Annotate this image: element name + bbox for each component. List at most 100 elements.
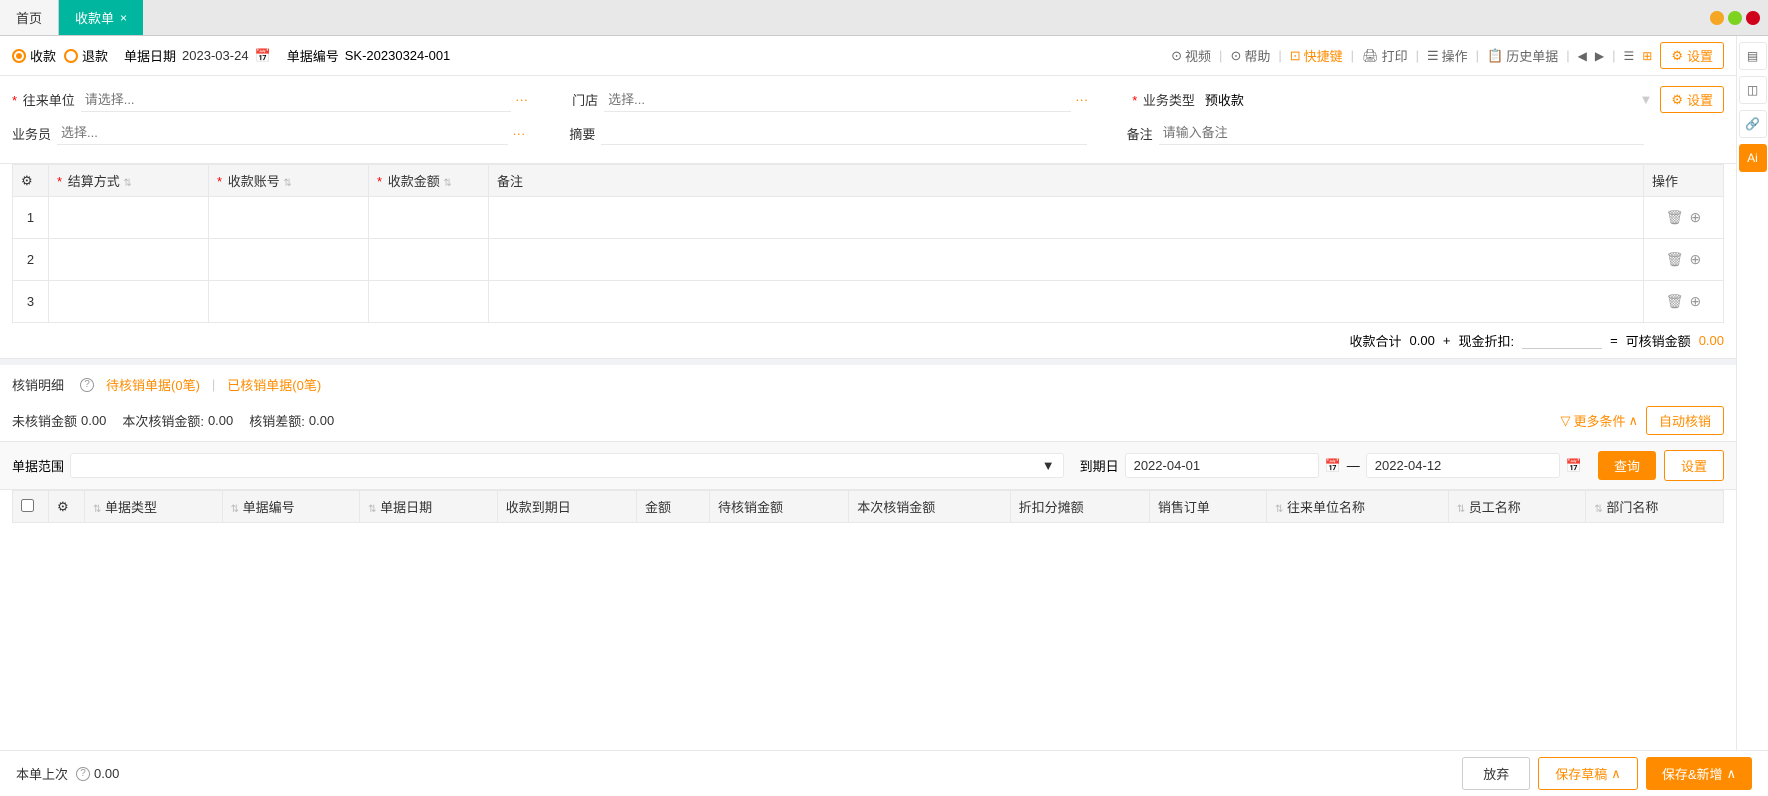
col-amount-label: 收款金额 xyxy=(388,174,440,189)
win-maximize[interactable] xyxy=(1728,11,1742,25)
current-verify-label: 本次核销金额: xyxy=(122,411,204,430)
calendar-icon[interactable]: 📅 xyxy=(255,48,271,64)
tab-close-icon[interactable]: × xyxy=(120,11,127,25)
date-value[interactable]: 2023-03-24 xyxy=(182,48,249,63)
row-3-delete-icon[interactable]: 🗑 xyxy=(1666,293,1684,310)
shortcut-btn[interactable]: ⊡ 快捷键 xyxy=(1290,46,1343,65)
right-panel-ai-icon[interactable]: Ai xyxy=(1739,144,1767,172)
col-sales-order-label: 销售订单 xyxy=(1158,500,1210,515)
row-3-account[interactable] xyxy=(209,281,369,323)
company-more-btn[interactable]: ··· xyxy=(511,92,532,107)
verify-title: 核销明细 xyxy=(12,375,64,394)
row-1-delete-icon[interactable]: 🗑 xyxy=(1666,209,1684,226)
row-1-action: 🗑 ⊕ xyxy=(1644,197,1724,239)
sort-amount-icon[interactable]: ⇅ xyxy=(443,178,451,189)
verify-table-header: ⚙ ⇅ 单据类型 ⇅ 单据编号 ⇅ 单据日期 xyxy=(13,491,1724,523)
tab-pending[interactable]: 待核销单据(0笔) xyxy=(106,375,200,394)
staff-more-btn[interactable]: ··· xyxy=(508,126,529,141)
video-icon: ⊙ xyxy=(1171,48,1182,64)
row-2-delete-icon[interactable]: 🗑 xyxy=(1666,251,1684,268)
tab-done[interactable]: 已核销单据(0笔) xyxy=(227,375,321,394)
save-new-btn[interactable]: 保存&新增 ∧ xyxy=(1646,757,1752,790)
due-date-end[interactable] xyxy=(1366,453,1560,478)
row-2-account[interactable] xyxy=(209,239,369,281)
tab-current[interactable]: 收款单 × xyxy=(59,0,143,35)
staff-input[interactable] xyxy=(57,121,508,145)
total-value: 0.00 xyxy=(1410,333,1435,348)
home-label: 首页 xyxy=(16,8,42,27)
discount-input[interactable] xyxy=(1522,333,1602,349)
right-panel-link-icon[interactable]: 🔗 xyxy=(1739,110,1767,138)
action-btn[interactable]: ☰ 操作 xyxy=(1427,46,1468,65)
grid-icon[interactable]: ⊞ xyxy=(1642,49,1652,63)
calendar-start-icon[interactable]: 📅 xyxy=(1325,458,1341,474)
col-settings-header[interactable]: ⚙ xyxy=(13,165,49,197)
sort-account-icon[interactable]: ⇅ xyxy=(283,178,291,189)
abandon-btn[interactable]: 放弃 xyxy=(1462,757,1530,790)
win-minimize[interactable] xyxy=(1710,11,1724,25)
list-icon[interactable]: ☰ xyxy=(1624,49,1635,63)
form-settings-btn[interactable]: ⚙ 设置 xyxy=(1660,86,1724,113)
row-3-note[interactable] xyxy=(489,281,1644,323)
radio-receive[interactable]: 收款 xyxy=(12,46,56,65)
row-1-account[interactable] xyxy=(209,197,369,239)
remark-input[interactable] xyxy=(1159,121,1644,145)
nav-prev[interactable]: ◀ xyxy=(1578,49,1587,63)
store-more-btn[interactable]: ··· xyxy=(1071,92,1092,107)
row-2-amount[interactable] xyxy=(369,239,489,281)
row-3-method[interactable] xyxy=(49,281,209,323)
win-close[interactable] xyxy=(1746,11,1760,25)
gear-icon: ⚙ xyxy=(1671,48,1683,64)
col-method-label: 结算方式 xyxy=(68,174,120,189)
nav-next[interactable]: ▶ xyxy=(1595,49,1604,63)
win-controls xyxy=(1710,11,1768,25)
row-2-num: 2 xyxy=(13,239,49,281)
row-1-amount[interactable] xyxy=(369,197,489,239)
row-1-note[interactable] xyxy=(489,197,1644,239)
biz-type-dropdown-icon[interactable]: ▼ xyxy=(1639,92,1652,107)
due-date-start[interactable] xyxy=(1125,453,1319,478)
row-3-amount[interactable] xyxy=(369,281,489,323)
col-curr-verify-header: 本次核销金额 xyxy=(849,491,1010,523)
row-1-method[interactable] xyxy=(49,197,209,239)
sort-method-icon[interactable]: ⇅ xyxy=(123,178,131,189)
filter-settings-btn[interactable]: 设置 xyxy=(1664,450,1724,481)
col-note-label: 备注 xyxy=(497,174,523,189)
summary-input[interactable] xyxy=(601,121,1086,145)
row-3-copy-icon[interactable]: ⊕ xyxy=(1690,293,1702,310)
calendar-end-icon[interactable]: 📅 xyxy=(1566,458,1582,474)
auto-verify-btn[interactable]: 自动核销 xyxy=(1646,406,1724,435)
row-2-note[interactable] xyxy=(489,239,1644,281)
range-dropdown-icon: ▼ xyxy=(1042,458,1055,473)
settings-button[interactable]: ⚙ 设置 xyxy=(1660,42,1724,69)
due-date-label: 到期日 xyxy=(1080,456,1119,475)
col-note-header: 备注 xyxy=(489,165,1644,197)
save-draft-btn[interactable]: 保存草稿 ∧ xyxy=(1538,757,1638,790)
range-select[interactable]: ▼ xyxy=(70,453,1064,478)
summary-field: 摘要 xyxy=(569,121,1086,145)
store-input[interactable] xyxy=(604,88,1071,112)
prev-info-icon[interactable]: ? xyxy=(76,767,90,781)
col-settings2-header[interactable]: ⚙ xyxy=(49,491,85,523)
row-3-num: 3 xyxy=(13,281,49,323)
help-btn[interactable]: ⊙ 帮助 xyxy=(1230,46,1270,65)
tab-home[interactable]: 首页 xyxy=(0,0,59,35)
radio-refund[interactable]: 退款 xyxy=(64,46,108,65)
row-1-copy-icon[interactable]: ⊕ xyxy=(1690,209,1702,226)
form-section: * 往来单位 ··· 门店 ··· * 业务类型 预收款 ▼ xyxy=(0,76,1736,164)
print-btn[interactable]: 🖨 打印 xyxy=(1362,46,1408,65)
company-input[interactable] xyxy=(81,88,511,112)
row-2-copy-icon[interactable]: ⊕ xyxy=(1690,251,1702,268)
query-btn[interactable]: 查询 xyxy=(1598,451,1656,480)
verify-info-icon[interactable]: ? xyxy=(80,378,94,392)
unverified-item: 未核销金额 0.00 xyxy=(12,411,106,430)
video-btn[interactable]: ⊙ 视频 xyxy=(1171,46,1211,65)
select-all-checkbox[interactable] xyxy=(21,499,34,512)
right-panel-page-icon[interactable]: ◫ xyxy=(1739,76,1767,104)
current-verify-item: 本次核销金额: 0.00 xyxy=(122,411,233,430)
more-conditions-btn[interactable]: ▽ 更多条件 ∧ xyxy=(1560,411,1638,430)
history-btn[interactable]: 📋 历史单据 xyxy=(1487,46,1558,65)
row-2-method[interactable] xyxy=(49,239,209,281)
right-panel-table-icon[interactable]: ▤ xyxy=(1739,42,1767,70)
col-dept-label: 部门名称 xyxy=(1606,500,1658,515)
